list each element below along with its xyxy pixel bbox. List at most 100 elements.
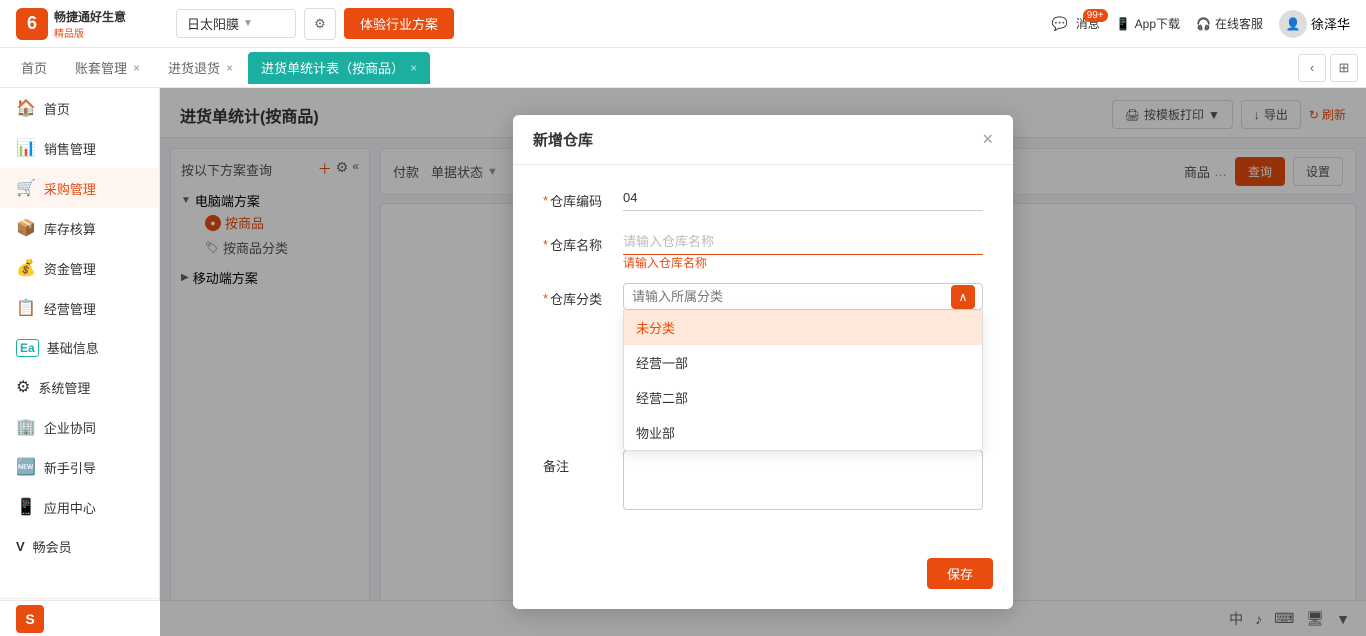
tab-purchase-stats-label: 进货单统计表（按商品）: [261, 58, 404, 77]
message-icon: 💬: [1052, 16, 1068, 32]
sidebar-item-basic[interactable]: Ea 基础信息: [0, 328, 159, 367]
tab-purchase-return[interactable]: 进货退货 ×: [155, 52, 246, 84]
form-row-name: * 仓库名称 请输入仓库名称: [543, 229, 983, 255]
name-error-message: 请输入仓库名称: [623, 254, 707, 271]
form-row-remark: 备注: [543, 450, 983, 510]
notif-badge: 99+: [1083, 9, 1108, 22]
finance-icon: 💰: [16, 258, 36, 278]
basic-icon: Ea: [16, 339, 39, 357]
code-label: * 仓库编码: [543, 185, 623, 210]
user-area[interactable]: 👤 徐泽华: [1279, 10, 1350, 38]
dropdown-item-uncategorized[interactable]: 未分类: [624, 310, 982, 345]
topbar-middle: 日太阳膜 ▼ ⚙ 体验行业方案: [176, 8, 1052, 40]
sidebar-item-purchase[interactable]: 🛒 采购管理: [0, 168, 159, 208]
modal-title: 新增仓库: [533, 129, 593, 150]
sidebar-item-finance[interactable]: 💰 资金管理: [0, 248, 159, 288]
sidebar-item-enterprise[interactable]: 🏢 企业协同: [0, 407, 159, 447]
sidebar-enterprise-label: 企业协同: [44, 418, 96, 437]
app-download-button[interactable]: 📱 App下载: [1116, 15, 1180, 32]
tabs-next-button[interactable]: ⊞: [1330, 54, 1358, 82]
dropdown-item-property[interactable]: 物业部: [624, 415, 982, 450]
sidebar-item-vip[interactable]: V 畅会员: [0, 527, 159, 566]
sidebar-item-inventory[interactable]: 📦 库存核算: [0, 208, 159, 248]
phone-icon: 📱: [1116, 17, 1131, 31]
vip-icon: V: [16, 539, 25, 554]
code-input[interactable]: [623, 185, 983, 211]
avatar: 👤: [1279, 10, 1307, 38]
tabs-right: ‹ ⊞: [1298, 54, 1358, 82]
headset-icon: 🎧: [1196, 17, 1211, 31]
form-row-category: * 仓库分类 ∧ 未分类 经营一部 经营二部 物业部: [543, 283, 983, 310]
tab-purchase-return-label: 进货退货: [168, 58, 220, 77]
sidebar-basic-label: 基础信息: [47, 338, 99, 357]
modal-overlay: 新增仓库 × * 仓库编码 *: [160, 88, 1366, 636]
store-name: 日太阳膜: [187, 14, 239, 33]
logo-text: 畅捷通好生意 精品版: [54, 8, 126, 40]
category-select-wrap: ∧ 未分类 经营一部 经营二部 物业部: [623, 283, 983, 310]
tab-accounts-label: 账套管理: [75, 58, 127, 77]
sidebar-sales-label: 销售管理: [44, 139, 96, 158]
sidebar-appcenter-label: 应用中心: [44, 498, 96, 517]
category-dropdown: 未分类 经营一部 经营二部 物业部: [623, 310, 983, 451]
tabs-prev-button[interactable]: ‹: [1298, 54, 1326, 82]
trial-button[interactable]: 体验行业方案: [344, 8, 454, 39]
tabs-bar: 首页 账套管理 × 进货退货 × 进货单统计表（按商品） × ‹ ⊞: [0, 48, 1366, 88]
name-label: * 仓库名称: [543, 229, 623, 254]
category-input[interactable]: [623, 283, 983, 310]
sidebar-vip-label: 畅会员: [33, 537, 72, 556]
required-star-code: *: [543, 193, 548, 208]
sidebar-item-sales[interactable]: 📊 销售管理: [0, 128, 159, 168]
modal-header: 新增仓库 ×: [513, 115, 1013, 165]
sidebar-item-operations[interactable]: 📋 经营管理: [0, 288, 159, 328]
category-chevron-icon[interactable]: ∧: [951, 285, 975, 309]
sidebar-item-home[interactable]: 🏠 首页: [0, 88, 159, 128]
newbie-icon: 🆕: [16, 457, 36, 477]
customer-service-button[interactable]: 🎧 在线客服: [1196, 15, 1263, 32]
operations-icon: 📋: [16, 298, 36, 318]
modal-footer: 保存: [513, 548, 1013, 609]
sidebar-item-system[interactable]: ⚙ 系统管理: [0, 367, 159, 407]
tab-accounts[interactable]: 账套管理 ×: [62, 52, 153, 84]
tab-accounts-close-icon[interactable]: ×: [133, 61, 140, 75]
store-selector[interactable]: 日太阳膜 ▼: [176, 9, 296, 38]
sidebar-home-label: 首页: [44, 99, 70, 118]
topbar-settings-button[interactable]: ⚙: [304, 8, 336, 40]
logo-icon: 6: [16, 8, 48, 40]
tab-home-label: 首页: [21, 58, 47, 77]
form-row-code: * 仓库编码: [543, 185, 983, 211]
main-layout: 🏠 首页 📊 销售管理 🛒 采购管理 📦 库存核算 💰 资金管理 📋 经营管理 …: [0, 88, 1366, 636]
sidebar: 🏠 首页 📊 销售管理 🛒 采购管理 📦 库存核算 💰 资金管理 📋 经营管理 …: [0, 88, 160, 636]
messages-button[interactable]: 💬 99+ 消息: [1052, 15, 1100, 32]
sidebar-item-newbie[interactable]: 🆕 新手引导: [0, 447, 159, 487]
username-label: 徐泽华: [1311, 14, 1350, 33]
chevron-down-icon: ▼: [243, 18, 253, 29]
appcenter-icon: 📱: [16, 497, 36, 517]
tab-home[interactable]: 首页: [8, 52, 60, 84]
tab-purchase-stats[interactable]: 进货单统计表（按商品） ×: [248, 52, 430, 84]
topbar-right: 💬 99+ 消息 📱 App下载 🎧 在线客服 👤 徐泽华: [1052, 10, 1351, 38]
remark-input[interactable]: [623, 450, 983, 510]
dropdown-item-dept2[interactable]: 经营二部: [624, 380, 982, 415]
sidebar-finance-label: 资金管理: [44, 259, 96, 278]
modal-close-button[interactable]: ×: [982, 129, 993, 150]
name-input[interactable]: [623, 229, 983, 255]
new-warehouse-modal: 新增仓库 × * 仓库编码 *: [513, 115, 1013, 609]
tab-purchase-return-close-icon[interactable]: ×: [226, 61, 233, 75]
save-button[interactable]: 保存: [927, 558, 993, 589]
modal-body: * 仓库编码 * 仓库名称 请输入仓库名称: [513, 165, 1013, 548]
home-icon: 🏠: [16, 98, 36, 118]
dropdown-item-dept1[interactable]: 经营一部: [624, 345, 982, 380]
system-icon: ⚙: [16, 377, 30, 397]
sidebar-purchase-label: 采购管理: [44, 179, 96, 198]
category-label: * 仓库分类: [543, 283, 623, 308]
bottom-logo: S: [16, 605, 44, 633]
inventory-icon: 📦: [16, 218, 36, 238]
enterprise-icon: 🏢: [16, 417, 36, 437]
sidebar-newbie-label: 新手引导: [44, 458, 96, 477]
bottom-logo-s: S: [16, 605, 44, 633]
tab-purchase-stats-close-icon[interactable]: ×: [410, 61, 417, 75]
remark-label: 备注: [543, 450, 623, 475]
sidebar-item-appcenter[interactable]: 📱 应用中心: [0, 487, 159, 527]
purchase-icon: 🛒: [16, 178, 36, 198]
sidebar-inventory-label: 库存核算: [44, 219, 96, 238]
